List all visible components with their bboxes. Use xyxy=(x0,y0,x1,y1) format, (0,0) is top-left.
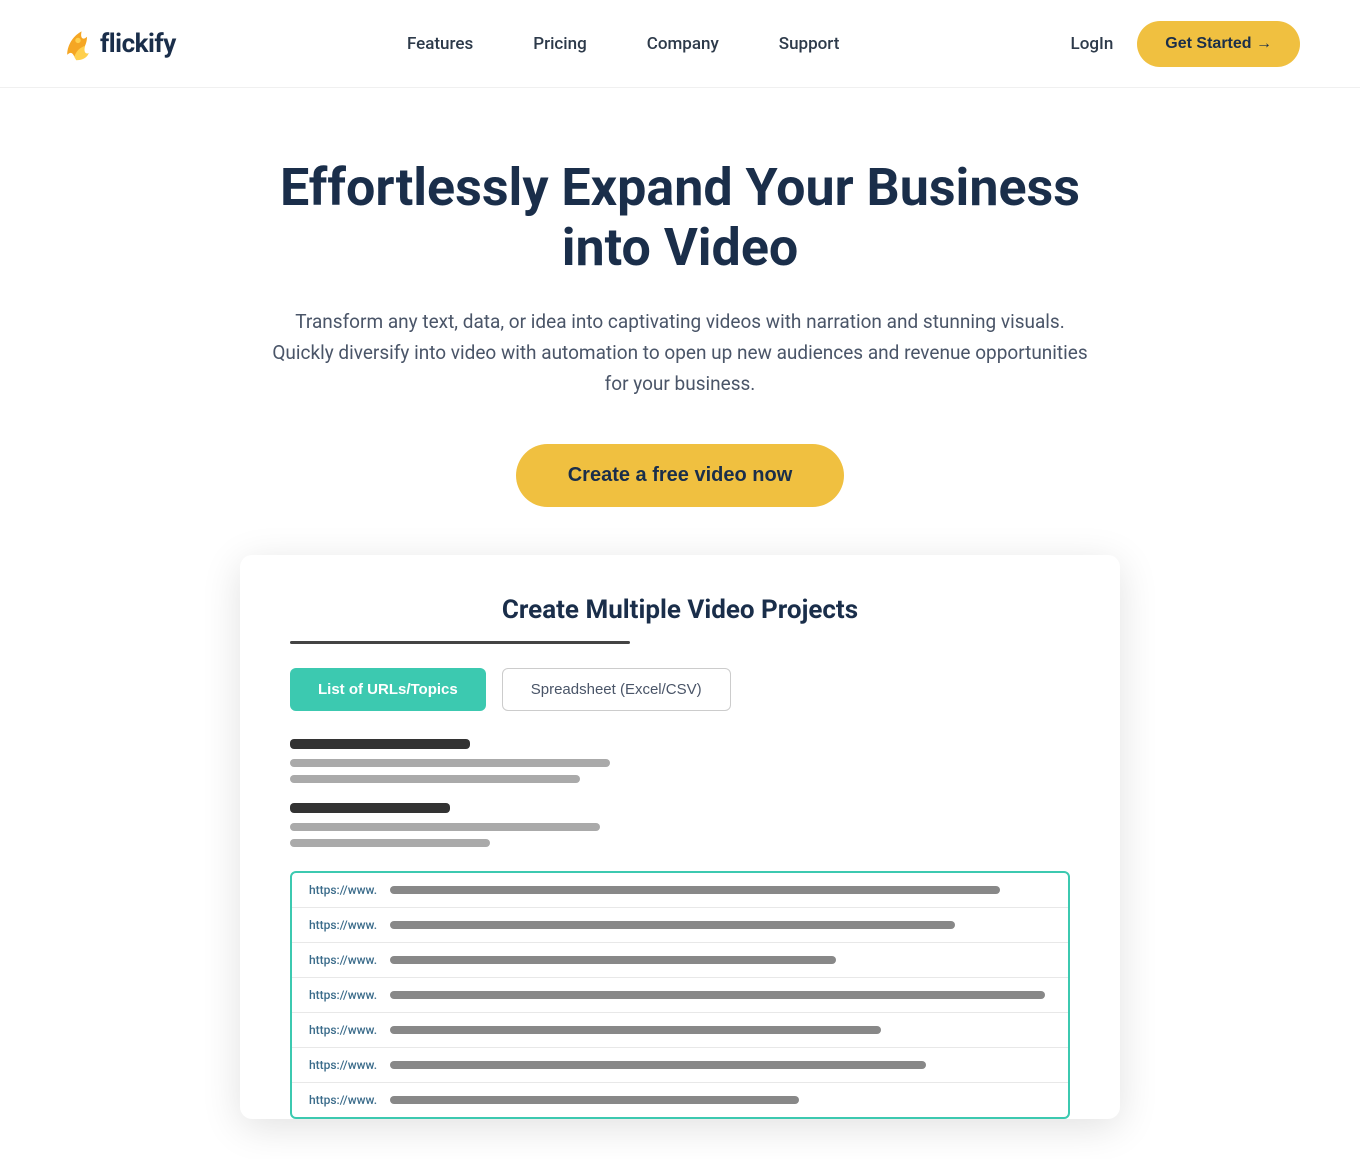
nav-features[interactable]: Features xyxy=(407,34,473,54)
url-prefix-6: https://www. xyxy=(308,1058,378,1072)
get-started-button[interactable]: Get Started → xyxy=(1137,21,1300,67)
url-prefix-1: https://www. xyxy=(308,883,378,897)
hero-title: Effortlessly Expand Your Business into V… xyxy=(230,158,1130,278)
tab-row: List of URLs/Topics Spreadsheet (Excel/C… xyxy=(290,668,1070,711)
url-prefix-2: https://www. xyxy=(308,918,378,932)
url-bar-1 xyxy=(390,886,1000,894)
tab-spreadsheet[interactable]: Spreadsheet (Excel/CSV) xyxy=(502,668,731,711)
url-row-7: https://www. xyxy=(292,1083,1068,1117)
header-right: LogIn Get Started → xyxy=(1071,21,1300,67)
url-prefix-3: https://www. xyxy=(308,953,378,967)
logo-text: flickify xyxy=(100,29,176,59)
url-prefix-5: https://www. xyxy=(308,1023,378,1037)
url-bar-2 xyxy=(390,921,955,929)
nav-support[interactable]: Support xyxy=(779,34,840,54)
url-row-4: https://www. xyxy=(292,978,1068,1013)
logo-icon xyxy=(60,26,96,62)
nav-pricing[interactable]: Pricing xyxy=(533,34,587,54)
hero-section: Effortlessly Expand Your Business into V… xyxy=(0,88,1360,1159)
cta-button[interactable]: Create a free video now xyxy=(516,444,845,507)
url-bar-7 xyxy=(390,1096,799,1104)
url-row-1: https://www. xyxy=(292,873,1068,908)
nav-company[interactable]: Company xyxy=(647,34,719,54)
url-table: https://www. https://www. https://www. h… xyxy=(290,871,1070,1119)
text-line-1 xyxy=(290,739,470,749)
preview-title: Create Multiple Video Projects xyxy=(290,595,1070,625)
url-bar-3 xyxy=(390,956,836,964)
url-bar-6 xyxy=(390,1061,926,1069)
url-row-6: https://www. xyxy=(292,1048,1068,1083)
url-prefix-4: https://www. xyxy=(308,988,378,1002)
text-line-4 xyxy=(290,803,450,813)
text-line-5 xyxy=(290,823,600,831)
preview-screenshot: Create Multiple Video Projects List of U… xyxy=(240,555,1120,1119)
text-line-3 xyxy=(290,775,580,783)
url-prefix-7: https://www. xyxy=(308,1093,378,1107)
text-line-2 xyxy=(290,759,610,767)
url-bar-4 xyxy=(390,991,1045,999)
text-line-6 xyxy=(290,839,490,847)
url-bar-5 xyxy=(390,1026,881,1034)
tab-urls-topics[interactable]: List of URLs/Topics xyxy=(290,668,486,711)
hero-subtitle: Transform any text, data, or idea into c… xyxy=(270,306,1090,400)
logo[interactable]: flickify xyxy=(60,26,176,62)
preview-divider xyxy=(290,641,630,644)
main-nav: Features Pricing Company Support xyxy=(407,34,839,54)
url-row-3: https://www. xyxy=(292,943,1068,978)
text-lines xyxy=(290,739,1070,847)
url-row-2: https://www. xyxy=(292,908,1068,943)
header: flickify Features Pricing Company Suppor… xyxy=(0,0,1360,88)
login-link[interactable]: LogIn xyxy=(1071,34,1114,54)
url-row-5: https://www. xyxy=(292,1013,1068,1048)
